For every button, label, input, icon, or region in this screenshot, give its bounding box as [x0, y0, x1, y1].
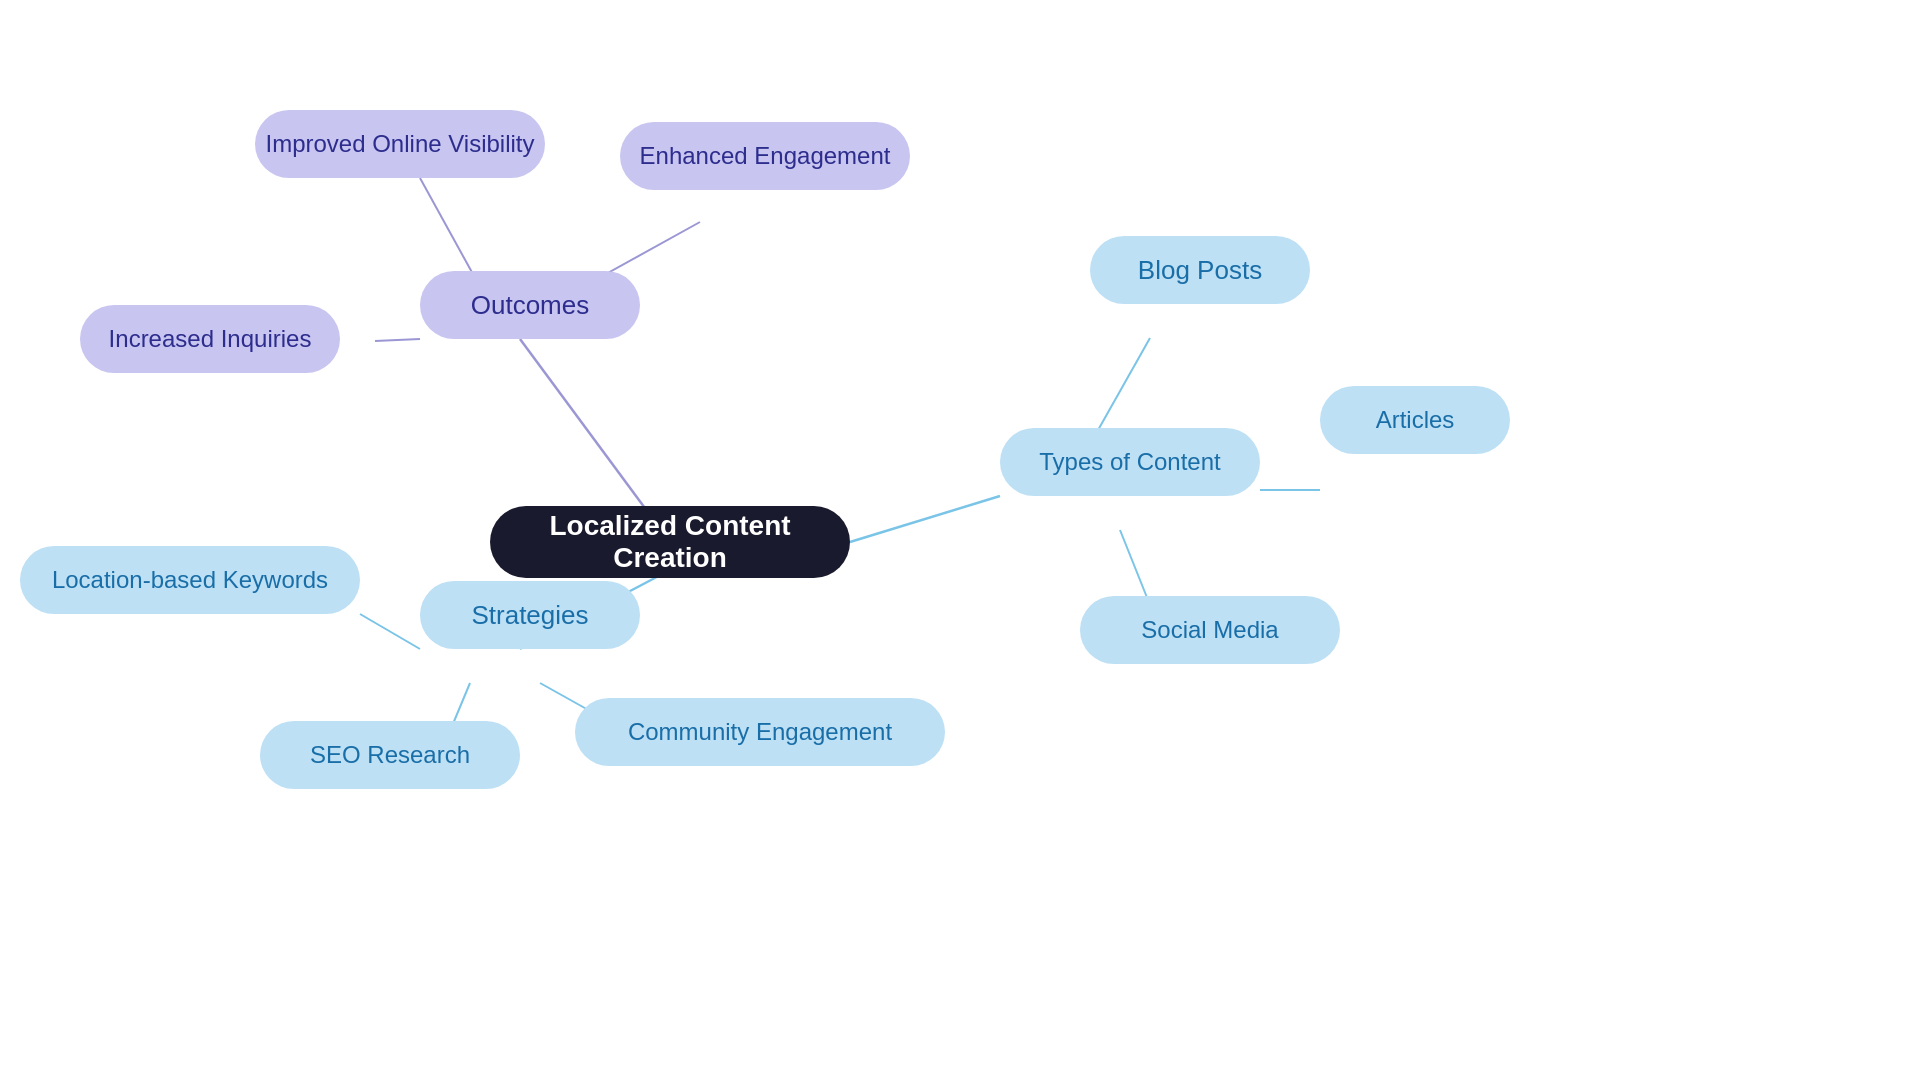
svg-line-9 — [360, 614, 420, 649]
community-engagement-node: Community Engagement — [575, 698, 945, 766]
articles-label: Articles — [1376, 406, 1455, 434]
strategies-node: Strategies — [420, 581, 640, 649]
enhanced-engagement-label: Enhanced Engagement — [640, 142, 891, 170]
social-media-node: Social Media — [1080, 596, 1340, 664]
types-of-content-node: Types of Content — [1000, 428, 1260, 496]
location-keywords-label: Location-based Keywords — [52, 566, 328, 594]
increased-inquiries-label: Increased Inquiries — [109, 325, 312, 353]
svg-line-1 — [850, 496, 1000, 542]
strategies-label: Strategies — [471, 600, 588, 631]
svg-line-5 — [375, 339, 420, 341]
outcomes-label: Outcomes — [471, 290, 590, 321]
center-node-label: Localized Content Creation — [490, 510, 850, 574]
blog-posts-node: Blog Posts — [1090, 236, 1310, 304]
outcomes-node: Outcomes — [420, 271, 640, 339]
types-of-content-label: Types of Content — [1039, 448, 1220, 476]
social-media-label: Social Media — [1141, 616, 1278, 644]
blog-posts-label: Blog Posts — [1138, 255, 1262, 286]
improved-visibility-node: Improved Online Visibility — [255, 110, 545, 178]
seo-research-label: SEO Research — [310, 741, 470, 769]
improved-visibility-label: Improved Online Visibility — [265, 130, 534, 158]
location-keywords-node: Location-based Keywords — [20, 546, 360, 614]
community-engagement-label: Community Engagement — [628, 718, 892, 746]
articles-node: Articles — [1320, 386, 1510, 454]
enhanced-engagement-node: Enhanced Engagement — [620, 122, 910, 190]
increased-inquiries-node: Increased Inquiries — [80, 305, 340, 373]
center-node: Localized Content Creation — [490, 506, 850, 578]
seo-research-node: SEO Research — [260, 721, 520, 789]
